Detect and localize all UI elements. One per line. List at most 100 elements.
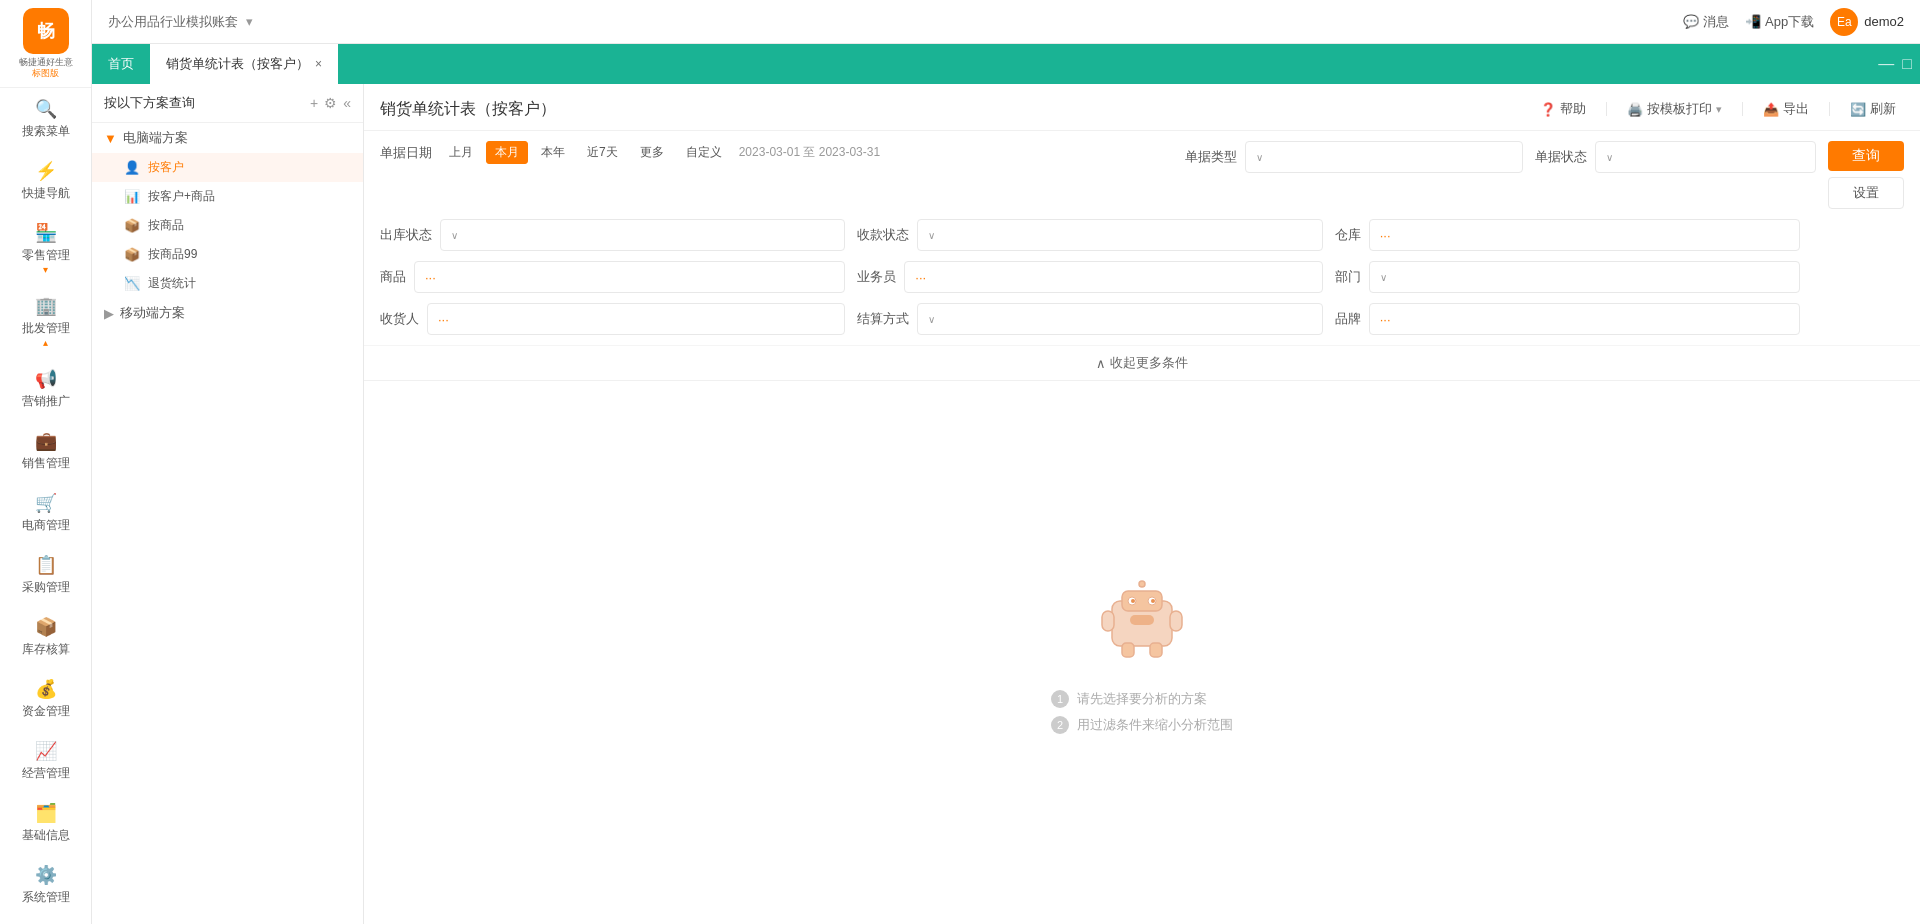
date-tab-last-month[interactable]: 上月 (440, 141, 482, 164)
warehouse-input[interactable]: ··· (1369, 219, 1800, 251)
tree-mobile-section[interactable]: ▶ 移动端方案 (92, 298, 363, 328)
goods-label: 商品 (380, 268, 406, 286)
collapse-label: 收起更多条件 (1110, 354, 1188, 372)
doc-status-input[interactable]: ∨ (1595, 141, 1816, 173)
doc-status-chevron: ∨ (1606, 152, 1613, 163)
nav-inventory-label: 库存核算 (22, 641, 70, 658)
tab-maximize-icon[interactable]: □ (1902, 55, 1912, 73)
tab-close-icon[interactable]: × (315, 57, 322, 71)
receiver-label: 收货人 (380, 310, 419, 328)
salesperson-input[interactable]: ··· (904, 261, 1322, 293)
nav-finance[interactable]: 💰 资金管理 (0, 668, 91, 730)
date-tab-this-month[interactable]: 本月 (486, 141, 528, 164)
tree-item-goods[interactable]: 📦 按商品 (92, 211, 363, 240)
date-tab-more[interactable]: 更多 (631, 141, 673, 164)
brand-label: 品牌 (1335, 310, 1361, 328)
refresh-btn[interactable]: 🔄 刷新 (1842, 96, 1904, 122)
industry-label: 办公用品行业模拟账套 (108, 13, 238, 31)
ship-status-chevron: ∨ (451, 230, 458, 241)
date-tab-7days[interactable]: 近7天 (578, 141, 627, 164)
content-area: 按以下方案查询 + ⚙ « ▼ 电脑端方案 👤 按客户 📊 按客户+商品 (92, 84, 1920, 924)
payment-status-input[interactable]: ∨ (917, 219, 1322, 251)
message-label: 消息 (1703, 13, 1729, 31)
nav-base[interactable]: 🗂️ 基础信息 (0, 792, 91, 854)
tree-item-customer-goods-label: 按客户+商品 (148, 188, 215, 205)
warehouse-filter: 仓库 ··· (1335, 219, 1800, 251)
help-label: 帮助 (1560, 100, 1586, 118)
nav-retail[interactable]: 🏪 零售管理 ▾ (0, 212, 91, 285)
receiver-input[interactable]: ··· (427, 303, 845, 335)
print-icon: 🖨️ (1627, 102, 1643, 117)
export-btn[interactable]: 📤 导出 (1755, 96, 1817, 122)
print-dropdown-icon[interactable]: ▾ (1716, 103, 1722, 116)
add-scheme-icon[interactable]: + (310, 95, 318, 111)
nav-wholesale-label: 批发管理 (22, 320, 70, 337)
app-download-btn[interactable]: 📲 App下载 (1745, 13, 1814, 31)
empty-hints: 1 请先选择要分析的方案 2 用过滤条件来缩小分析范围 (1051, 690, 1233, 734)
action-buttons-group: 查询 设置 (1828, 141, 1904, 209)
doc-type-input[interactable]: ∨ (1245, 141, 1522, 173)
date-tab-custom[interactable]: 自定义 (677, 141, 731, 164)
ship-status-input[interactable]: ∨ (440, 219, 845, 251)
nav-wholesale[interactable]: 🏢 批发管理 ▴ (0, 285, 91, 358)
filter-row-2: 出库状态 ∨ 收款状态 ∨ 仓库 (364, 209, 1920, 251)
svg-point-4 (1131, 599, 1135, 603)
nav-sales[interactable]: 💼 销售管理 (0, 420, 91, 482)
doc-type-filter: 单据类型 ∨ (1185, 141, 1522, 173)
tab-home[interactable]: 首页 (92, 44, 150, 84)
tab-active-label: 销货单统计表（按客户） (166, 55, 309, 73)
settlement-chevron: ∨ (928, 314, 935, 325)
department-chevron: ∨ (1380, 272, 1387, 283)
logo-text: 畅捷通好生意 标图版 (19, 57, 73, 79)
nav-system[interactable]: ⚙️ 系统管理 (0, 854, 91, 916)
dropdown-icon[interactable]: ▾ (246, 14, 253, 29)
nav-system-label: 系统管理 (22, 889, 70, 906)
nav-operations[interactable]: 📈 经营管理 (0, 730, 91, 792)
filter-section: 单据日期 上月 本月 本年 近7天 更多 自定义 2023-03-01 至 20… (364, 131, 1920, 380)
user-menu[interactable]: Ea demo2 (1830, 8, 1904, 36)
nav-inventory[interactable]: 📦 库存核算 (0, 606, 91, 668)
left-panel-header: 按以下方案查询 + ⚙ « (92, 84, 363, 123)
collapse-panel-icon[interactable]: « (343, 95, 351, 111)
query-button[interactable]: 查询 (1828, 141, 1904, 171)
nav-enterprise[interactable]: 🤝 企业协同 (0, 916, 91, 924)
empty-hint-2: 2 用过滤条件来缩小分析范围 (1051, 716, 1233, 734)
collapse-more-btn[interactable]: ∧ 收起更多条件 (364, 345, 1920, 380)
brand-dots: ··· (1380, 312, 1391, 327)
header-right: 💬 消息 📲 App下载 Ea demo2 (1683, 8, 1904, 36)
settings-button[interactable]: 设置 (1828, 177, 1904, 209)
avatar: Ea (1830, 8, 1858, 36)
nav-purchase[interactable]: 📋 采购管理 (0, 544, 91, 606)
tree-desktop-section[interactable]: ▼ 电脑端方案 (92, 123, 363, 153)
tree-item-customer-goods[interactable]: 📊 按客户+商品 (92, 182, 363, 211)
doc-type-label: 单据类型 (1185, 148, 1237, 166)
tab-minimize-icon[interactable]: — (1878, 55, 1894, 73)
tree-item-return-stats[interactable]: 📉 退货统计 (92, 269, 363, 298)
left-panel: 按以下方案查询 + ⚙ « ▼ 电脑端方案 👤 按客户 📊 按客户+商品 (92, 84, 364, 924)
filter-row-4: 收货人 ··· 结算方式 ∨ 品牌 (364, 293, 1920, 335)
payment-status-chevron: ∨ (928, 230, 935, 241)
tree-item-customer[interactable]: 👤 按客户 (92, 153, 363, 182)
nav-quick[interactable]: ⚡ 快捷导航 (0, 150, 91, 212)
tree-item-goods99[interactable]: 📦 按商品99 (92, 240, 363, 269)
department-input[interactable]: ∨ (1369, 261, 1800, 293)
tree-item-goods-label: 按商品 (148, 217, 184, 234)
svg-rect-7 (1102, 611, 1114, 631)
settlement-filter: 结算方式 ∨ (857, 303, 1322, 335)
date-tab-this-year[interactable]: 本年 (532, 141, 574, 164)
goods-input[interactable]: ··· (414, 261, 845, 293)
settings-scheme-icon[interactable]: ⚙ (324, 95, 337, 111)
retail-icon: 🏪 (35, 222, 57, 244)
message-btn[interactable]: 💬 消息 (1683, 13, 1729, 31)
divider2 (1742, 102, 1743, 116)
hint-num-1: 1 (1051, 690, 1069, 708)
nav-ecommerce[interactable]: 🛒 电商管理 (0, 482, 91, 544)
nav-search[interactable]: 🔍 搜索菜单 (0, 88, 91, 150)
help-btn[interactable]: ❓ 帮助 (1532, 96, 1594, 122)
brand-input[interactable]: ··· (1369, 303, 1800, 335)
tab-sales-stats[interactable]: 销货单统计表（按客户） × (150, 44, 338, 84)
settlement-input[interactable]: ∨ (917, 303, 1322, 335)
nav-marketing[interactable]: 📢 营销推广 (0, 358, 91, 420)
salesperson-dots: ··· (915, 270, 926, 285)
print-btn[interactable]: 🖨️ 按模板打印 ▾ (1619, 96, 1730, 122)
